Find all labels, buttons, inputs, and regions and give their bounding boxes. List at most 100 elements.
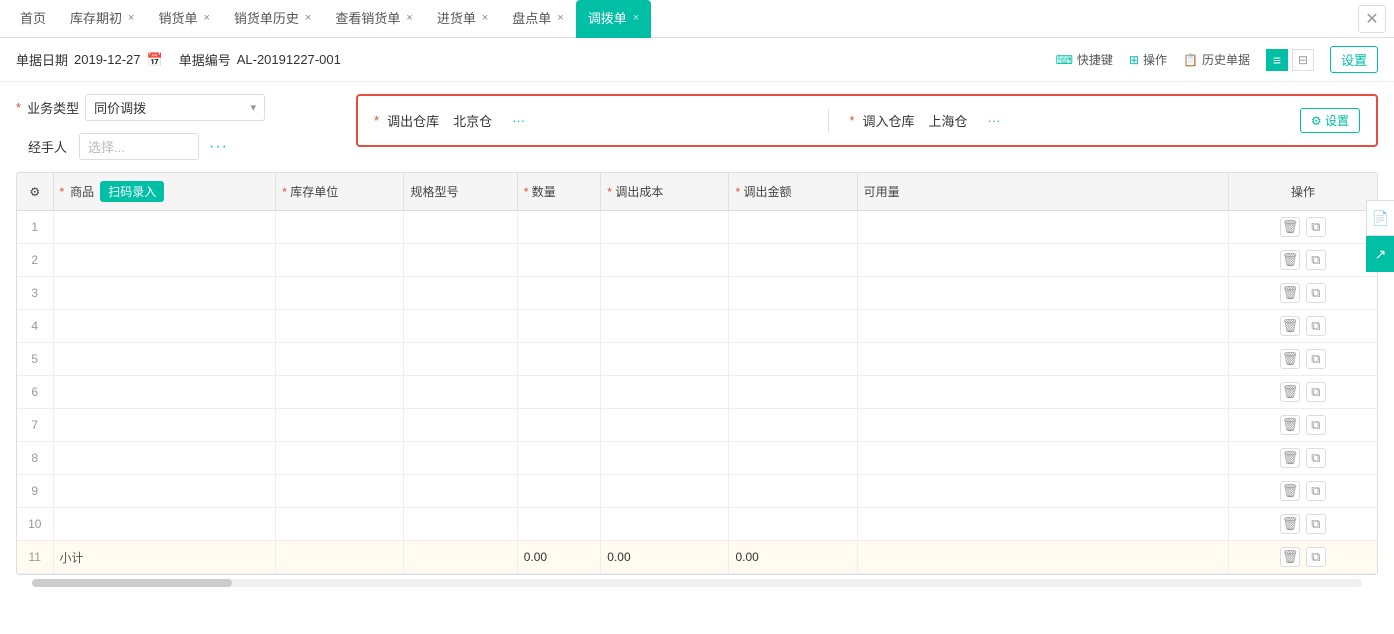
row-available[interactable] <box>857 343 1228 376</box>
row-amount[interactable] <box>729 508 857 541</box>
gear-icon[interactable]: ⚙ <box>29 185 40 199</box>
operation-button[interactable]: ⊞ 操作 <box>1129 51 1167 68</box>
close-icon[interactable]: × <box>633 12 639 24</box>
delete-icon[interactable]: 🗑 <box>1280 349 1300 369</box>
row-amount[interactable] <box>729 244 857 277</box>
copy-icon[interactable]: ⧉ <box>1306 415 1326 435</box>
row-amount[interactable] <box>729 310 857 343</box>
row-available[interactable] <box>857 376 1228 409</box>
sidebar-export-button[interactable]: ↗ <box>1366 236 1394 272</box>
tab-inventory-init[interactable]: 库存期初 × <box>58 0 146 38</box>
warehouse-settings-button[interactable]: ⚙ 设置 <box>1300 108 1360 133</box>
in-warehouse-more-button[interactable]: ··· <box>988 113 1001 128</box>
row-qty[interactable] <box>517 343 601 376</box>
row-unit[interactable] <box>276 343 404 376</box>
row-cost[interactable] <box>601 277 729 310</box>
row-amount[interactable] <box>729 343 857 376</box>
row-amount[interactable] <box>729 409 857 442</box>
copy-icon[interactable]: ⧉ <box>1306 382 1326 402</box>
row-cost[interactable] <box>601 244 729 277</box>
delete-icon[interactable]: 🗑 <box>1280 481 1300 501</box>
delete-icon[interactable]: 🗑 <box>1280 547 1300 567</box>
row-cost[interactable] <box>601 508 729 541</box>
sidebar-doc-button[interactable]: 📄 <box>1366 200 1394 236</box>
handler-more-button[interactable]: ··· <box>209 138 228 156</box>
row-spec[interactable] <box>404 376 517 409</box>
settings-button[interactable]: 设置 <box>1330 46 1378 73</box>
row-cost[interactable] <box>601 343 729 376</box>
business-type-select[interactable]: 同价调拨 ▾ <box>85 94 265 121</box>
copy-icon[interactable]: ⧉ <box>1306 283 1326 303</box>
row-unit[interactable] <box>276 211 404 244</box>
close-icon[interactable]: × <box>203 12 209 24</box>
row-product[interactable] <box>53 277 276 310</box>
row-qty[interactable] <box>517 508 601 541</box>
row-unit[interactable] <box>276 244 404 277</box>
copy-icon[interactable]: ⧉ <box>1306 448 1326 468</box>
row-qty[interactable] <box>517 442 601 475</box>
row-product[interactable] <box>53 442 276 475</box>
row-cost[interactable] <box>601 310 729 343</box>
row-unit[interactable] <box>276 310 404 343</box>
handler-input[interactable]: 选择... <box>79 133 199 160</box>
row-unit[interactable] <box>276 376 404 409</box>
row-product[interactable] <box>53 244 276 277</box>
row-qty[interactable] <box>517 277 601 310</box>
copy-icon[interactable]: ⧉ <box>1306 514 1326 534</box>
history-button[interactable]: 📋 历史单据 <box>1183 51 1250 68</box>
row-available[interactable] <box>857 277 1228 310</box>
row-cost[interactable] <box>601 475 729 508</box>
row-product[interactable] <box>53 508 276 541</box>
calendar-icon[interactable]: 📅 <box>147 52 163 68</box>
row-available[interactable] <box>857 310 1228 343</box>
close-icon[interactable]: × <box>305 12 311 24</box>
close-icon[interactable]: × <box>557 12 563 24</box>
row-qty[interactable] <box>517 310 601 343</box>
tab-home[interactable]: 首页 <box>8 0 58 38</box>
row-cost[interactable] <box>601 442 729 475</box>
row-unit[interactable] <box>276 475 404 508</box>
row-spec[interactable] <box>404 211 517 244</box>
delete-icon[interactable]: 🗑 <box>1280 250 1300 270</box>
tab-sales-history[interactable]: 销货单历史 × <box>222 0 323 38</box>
copy-icon[interactable]: ⧉ <box>1306 547 1326 567</box>
row-amount[interactable] <box>729 442 857 475</box>
close-icon[interactable]: × <box>482 12 488 24</box>
row-product[interactable] <box>53 211 276 244</box>
row-amount[interactable] <box>729 211 857 244</box>
row-amount[interactable] <box>729 277 857 310</box>
row-available[interactable] <box>857 211 1228 244</box>
row-product[interactable] <box>53 475 276 508</box>
row-cost[interactable] <box>601 376 729 409</box>
row-amount[interactable] <box>729 475 857 508</box>
row-cost[interactable] <box>601 211 729 244</box>
row-product[interactable] <box>53 376 276 409</box>
row-unit[interactable] <box>276 409 404 442</box>
tab-inventory-check[interactable]: 盘点单 × <box>500 0 575 38</box>
close-icon[interactable]: × <box>406 12 412 24</box>
row-available[interactable] <box>857 409 1228 442</box>
layout-grid-button[interactable]: ⊟ <box>1292 49 1314 71</box>
row-qty[interactable] <box>517 244 601 277</box>
tab-transfer-order[interactable]: 调拨单 × <box>576 0 651 38</box>
delete-icon[interactable]: 🗑 <box>1280 316 1300 336</box>
row-spec[interactable] <box>404 409 517 442</box>
row-spec[interactable] <box>404 244 517 277</box>
row-spec[interactable] <box>404 277 517 310</box>
tab-view-sales[interactable]: 查看销货单 × <box>323 0 424 38</box>
row-cost[interactable] <box>601 409 729 442</box>
row-qty[interactable] <box>517 376 601 409</box>
row-product[interactable] <box>53 343 276 376</box>
row-available[interactable] <box>857 442 1228 475</box>
copy-icon[interactable]: ⧉ <box>1306 316 1326 336</box>
delete-icon[interactable]: 🗑 <box>1280 514 1300 534</box>
tab-sales-order[interactable]: 销货单 × <box>146 0 221 38</box>
row-available[interactable] <box>857 244 1228 277</box>
row-spec[interactable] <box>404 310 517 343</box>
row-spec[interactable] <box>404 475 517 508</box>
row-unit[interactable] <box>276 442 404 475</box>
layout-list-button[interactable]: ≡ <box>1266 49 1288 71</box>
delete-icon[interactable]: 🗑 <box>1280 448 1300 468</box>
tab-bar-close-button[interactable]: ✕ <box>1358 5 1386 33</box>
delete-icon[interactable]: 🗑 <box>1280 415 1300 435</box>
